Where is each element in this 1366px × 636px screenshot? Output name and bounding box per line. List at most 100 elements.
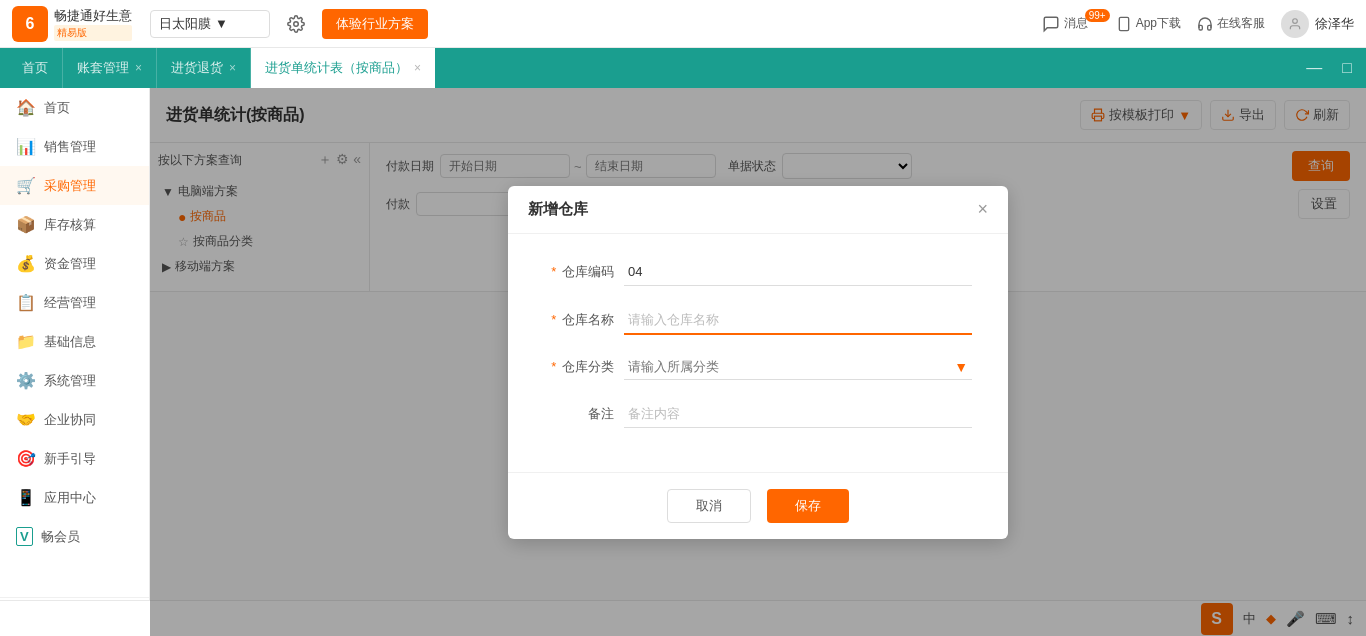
warehouse-name-input[interactable] — [624, 306, 972, 335]
tab-return[interactable]: 进货退货 × — [157, 48, 251, 88]
sidebar-item-home[interactable]: 🏠 首页 — [0, 88, 149, 127]
main-layout: 🏠 首页 📊 销售管理 🛒 采购管理 📦 库存核算 💰 资金管理 📋 经营管理 … — [0, 88, 1366, 636]
logo-area: 6 畅捷通好生意 精易版 — [12, 6, 132, 42]
name-required-star: * — [551, 312, 556, 327]
content-area: 进货单统计(按商品) 按模板打印 ▼ 导出 刷新 — [150, 88, 1366, 636]
category-label: * 仓库分类 — [544, 358, 624, 376]
logo-icon: 6 — [12, 6, 48, 42]
logo-text-group: 畅捷通好生意 精易版 — [54, 7, 132, 41]
tab-home-label: 首页 — [22, 59, 48, 77]
tab-home[interactable]: 首页 — [8, 48, 63, 88]
message-label: 消息 — [1064, 15, 1088, 32]
sidebar-item-app[interactable]: 📱 应用中心 — [0, 478, 149, 517]
app-download-label: App下载 — [1136, 15, 1181, 32]
name-label: * 仓库名称 — [544, 311, 624, 329]
save-button[interactable]: 保存 — [767, 489, 849, 523]
guide-icon: 🎯 — [16, 449, 36, 468]
tab-stats-close[interactable]: × — [414, 61, 421, 75]
store-selector[interactable]: 日太阳膜 ▼ — [150, 10, 270, 38]
sidebar-label-purchase: 采购管理 — [44, 177, 96, 195]
warehouse-name-field: * 仓库名称 — [544, 306, 972, 335]
nav-tabs: 首页 账套管理 × 进货退货 × 进货单统计表（按商品） × — □ — [0, 48, 1366, 88]
tab-account-close[interactable]: × — [135, 61, 142, 75]
sidebar-item-collab[interactable]: 🤝 企业协同 — [0, 400, 149, 439]
sidebar-label-sales: 销售管理 — [44, 138, 96, 156]
note-label: 备注 — [544, 405, 624, 423]
sidebar-item-sales[interactable]: 📊 销售管理 — [0, 127, 149, 166]
sidebar-item-vip[interactable]: V 畅会员 — [0, 517, 149, 556]
online-service-label: 在线客服 — [1217, 15, 1265, 32]
sidebar-label-guide: 新手引导 — [44, 450, 96, 468]
store-name: 日太阳膜 — [159, 15, 211, 33]
cancel-button[interactable]: 取消 — [667, 489, 751, 523]
category-dropdown-icon: ▼ — [954, 359, 968, 375]
warehouse-note-input[interactable] — [624, 400, 972, 428]
sidebar-label-finance: 资金管理 — [44, 255, 96, 273]
user-info[interactable]: 徐泽华 — [1281, 10, 1354, 38]
modal-body: * 仓库编码 * 仓库名称 — [508, 234, 1008, 472]
warehouse-note-field: 备注 — [544, 400, 972, 428]
sidebar-item-operation[interactable]: 📋 经营管理 — [0, 283, 149, 322]
tab-return-label: 进货退货 — [171, 59, 223, 77]
tab-stats-label: 进货单统计表（按商品） — [265, 59, 408, 77]
svg-point-0 — [294, 21, 299, 26]
modal-header: 新增仓库 × — [508, 186, 1008, 234]
warehouse-code-field: * 仓库编码 — [544, 258, 972, 286]
user-name: 徐泽华 — [1315, 15, 1354, 33]
window-minimize-icon[interactable]: — — [1300, 57, 1328, 79]
category-input[interactable] — [628, 359, 954, 374]
sidebar-label-app: 应用中心 — [44, 489, 96, 507]
app-icon: 📱 — [16, 488, 36, 507]
sidebar-item-finance[interactable]: 💰 资金管理 — [0, 244, 149, 283]
sidebar-item-guide[interactable]: 🎯 新手引导 — [0, 439, 149, 478]
tab-account-label: 账套管理 — [77, 59, 129, 77]
sidebar-item-purchase[interactable]: 🛒 采购管理 — [0, 166, 149, 205]
sidebar: 🏠 首页 📊 销售管理 🛒 采购管理 📦 库存核算 💰 资金管理 📋 经营管理 … — [0, 88, 150, 636]
modal-overlay: 新增仓库 × * 仓库编码 * — [150, 88, 1366, 636]
warehouse-code-input[interactable] — [624, 258, 972, 286]
system-icon: ⚙️ — [16, 371, 36, 390]
message-badge: 99+ — [1085, 9, 1110, 22]
basic-icon: 📁 — [16, 332, 36, 351]
settings-icon-button[interactable] — [280, 8, 312, 40]
topbar: 6 畅捷通好生意 精易版 日太阳膜 ▼ 体验行业方案 消息 99+ App下载 … — [0, 0, 1366, 48]
sidebar-item-inventory[interactable]: 📦 库存核算 — [0, 205, 149, 244]
tab-stats[interactable]: 进货单统计表（按商品） × — [251, 48, 435, 88]
vip-icon: V — [16, 527, 33, 546]
sidebar-label-basic: 基础信息 — [44, 333, 96, 351]
sidebar-label-inventory: 库存核算 — [44, 216, 96, 234]
message-icon-item[interactable]: 消息 99+ — [1042, 15, 1100, 33]
svg-rect-1 — [1119, 17, 1128, 30]
sidebar-item-basic[interactable]: 📁 基础信息 — [0, 322, 149, 361]
window-maximize-icon[interactable]: □ — [1336, 57, 1358, 79]
finance-icon: 💰 — [16, 254, 36, 273]
category-select-wrapper[interactable]: ▼ — [624, 355, 972, 380]
sidebar-label-system: 系统管理 — [44, 372, 96, 390]
online-service-item[interactable]: 在线客服 — [1197, 15, 1265, 32]
svg-point-3 — [1293, 18, 1298, 23]
category-required-star: * — [551, 359, 556, 374]
app-download-item[interactable]: App下载 — [1116, 15, 1181, 32]
avatar — [1281, 10, 1309, 38]
home-icon: 🏠 — [16, 98, 36, 117]
inventory-icon: 📦 — [16, 215, 36, 234]
experience-btn[interactable]: 体验行业方案 — [322, 9, 428, 39]
warehouse-category-field: * 仓库分类 ▼ — [544, 355, 972, 380]
collab-icon: 🤝 — [16, 410, 36, 429]
code-required-star: * — [551, 264, 556, 279]
sidebar-label-vip: 畅会员 — [41, 528, 80, 546]
tab-return-close[interactable]: × — [229, 61, 236, 75]
nav-tabs-actions: — □ — [1300, 57, 1358, 79]
logo-title: 畅捷通好生意 — [54, 7, 132, 25]
sidebar-label-operation: 经营管理 — [44, 294, 96, 312]
modal-footer: 取消 保存 — [508, 472, 1008, 539]
sidebar-label-collab: 企业协同 — [44, 411, 96, 429]
tab-account[interactable]: 账套管理 × — [63, 48, 157, 88]
sales-icon: 📊 — [16, 137, 36, 156]
chevron-down-icon: ▼ — [215, 16, 228, 31]
operation-icon: 📋 — [16, 293, 36, 312]
sidebar-item-system[interactable]: ⚙️ 系统管理 — [0, 361, 149, 400]
logo-sub: 精易版 — [54, 25, 132, 41]
modal-close-button[interactable]: × — [977, 200, 988, 218]
code-label: * 仓库编码 — [544, 263, 624, 281]
